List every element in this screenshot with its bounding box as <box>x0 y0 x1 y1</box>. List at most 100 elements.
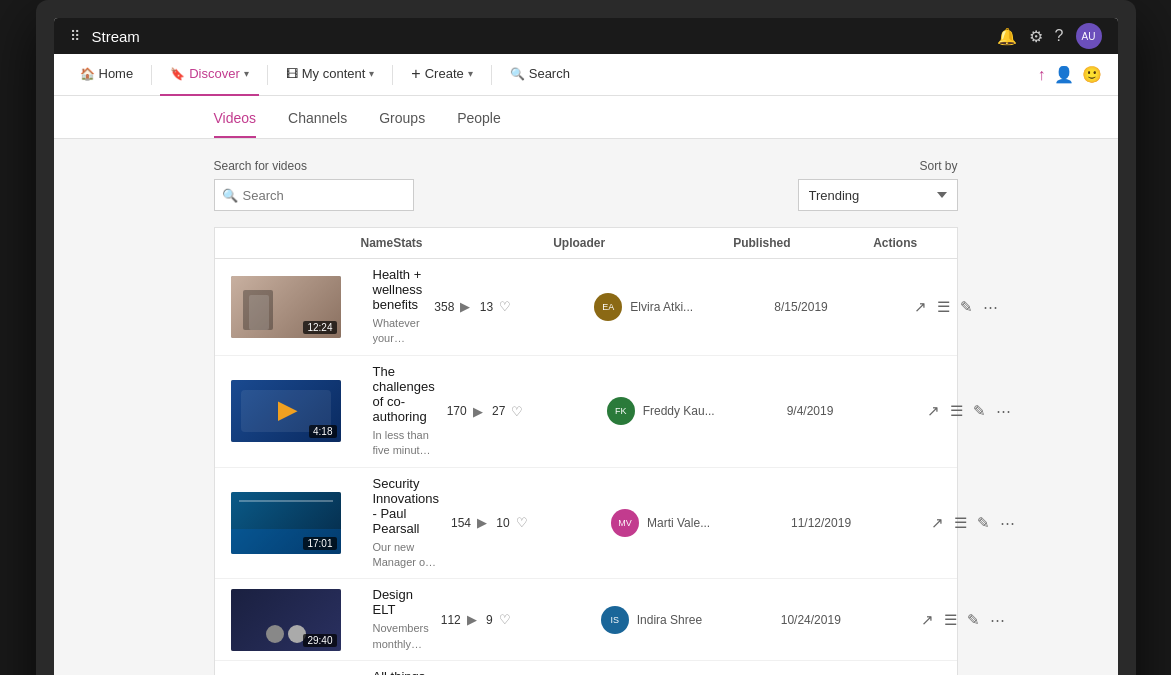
sort-icon[interactable]: ↑ <box>1038 66 1046 84</box>
tab-bar: Videos Channels Groups People <box>54 96 1118 139</box>
edit-icon[interactable]: ✎ <box>967 611 980 629</box>
video-stats: 112 ▶ 9 ♡ <box>441 612 601 627</box>
more-icon[interactable]: ⋯ <box>1000 514 1015 532</box>
table-row[interactable]: 17:01 Security Innovations - Paul Pearsa… <box>215 468 957 580</box>
video-duration: 29:40 <box>303 634 336 647</box>
search-nav-icon: 🔍 <box>510 67 525 81</box>
video-duration: 17:01 <box>303 537 336 550</box>
uploader-name: Elvira Atki... <box>630 300 693 314</box>
uploader-cell: IS Indira Shree <box>601 606 781 634</box>
video-info: Design ELT Novembers monthly meeting <box>361 587 441 652</box>
more-icon[interactable]: ⋯ <box>983 298 998 316</box>
table-row[interactable]: 4:18 The challenges of co-authoring In l… <box>215 356 957 468</box>
table-row[interactable]: 29:40 Design ELT Novembers monthly meeti… <box>215 579 957 661</box>
emoji-icon[interactable]: 🙂 <box>1082 65 1102 84</box>
table-row[interactable]: 12:24 Health + wellness benefits Whateve… <box>215 259 957 356</box>
share-icon[interactable]: ↗ <box>921 611 934 629</box>
actions-cell: ↗ ☰ ✎ ⋯ <box>931 514 1051 532</box>
details-icon[interactable]: ☰ <box>954 514 967 532</box>
tab-channels[interactable]: Channels <box>288 96 347 138</box>
video-title[interactable]: Security Innovations - Paul Pearsall <box>373 476 440 536</box>
video-description: Our new Manager of New Product Operation… <box>373 540 440 571</box>
search-input-wrap: 🔍 <box>214 179 414 211</box>
edit-icon[interactable]: ✎ <box>960 298 973 316</box>
heart-icon: ♡ <box>511 404 523 419</box>
edit-icon[interactable]: ✎ <box>973 402 986 420</box>
notification-icon[interactable]: 🔔 <box>997 27 1017 46</box>
nav-discover[interactable]: 🔖 Discover ▾ <box>160 54 259 96</box>
table-header: Name Stats Uploader Published Actions <box>215 228 957 259</box>
details-icon[interactable]: ☰ <box>937 298 950 316</box>
search-input[interactable] <box>214 179 414 211</box>
uploader-avatar: MV <box>611 509 639 537</box>
table-row[interactable]: 44:37 All things considered - Damien Mun… <box>215 661 957 675</box>
more-icon[interactable]: ⋯ <box>996 402 1011 420</box>
nav-separator <box>151 65 152 85</box>
settings-icon[interactable]: ⚙ <box>1029 27 1043 46</box>
video-title[interactable]: Health + wellness benefits <box>373 267 423 312</box>
user-avatar[interactable]: AU <box>1076 23 1102 49</box>
edit-icon[interactable]: ✎ <box>977 514 990 532</box>
person-icon[interactable]: 👤 <box>1054 65 1074 84</box>
video-info: Health + wellness benefits Whatever your… <box>361 267 435 347</box>
video-thumbnail[interactable]: 17:01 <box>231 492 361 554</box>
video-duration: 12:24 <box>303 321 336 334</box>
discover-icon: 🔖 <box>170 67 185 81</box>
uploader-cell: FK Freddy Kau... <box>607 397 787 425</box>
home-icon: 🏠 <box>80 67 95 81</box>
play-icon: ▶ <box>467 612 477 627</box>
uploader-name: Marti Vale... <box>647 516 710 530</box>
share-icon[interactable]: ↗ <box>927 402 940 420</box>
nav-separator-2 <box>267 65 268 85</box>
uploader-name: Freddy Kau... <box>643 404 715 418</box>
published-date: 8/15/2019 <box>774 300 914 314</box>
video-title[interactable]: All things considered - Damien Mundy <box>373 669 437 675</box>
sort-section: Sort by Trending Most views Most likes N… <box>798 159 958 211</box>
video-stats: 170 ▶ 27 ♡ <box>447 404 607 419</box>
app-title: Stream <box>92 28 985 45</box>
view-count: 170 <box>447 404 467 418</box>
tab-videos[interactable]: Videos <box>214 96 257 138</box>
tab-groups[interactable]: Groups <box>379 96 425 138</box>
more-icon[interactable]: ⋯ <box>990 611 1005 629</box>
video-stats: 154 ▶ 10 ♡ <box>451 515 611 530</box>
share-icon[interactable]: ↗ <box>931 514 944 532</box>
details-icon[interactable]: ☰ <box>944 611 957 629</box>
share-icon[interactable]: ↗ <box>914 298 927 316</box>
video-description: In less than five minutes, we'll demo ho… <box>373 428 435 459</box>
details-icon[interactable]: ☰ <box>950 402 963 420</box>
help-icon[interactable]: ? <box>1055 27 1064 45</box>
discover-chevron-icon: ▾ <box>244 68 249 79</box>
video-title[interactable]: The challenges of co-authoring <box>373 364 435 424</box>
video-info: Security Innovations - Paul Pearsall Our… <box>361 476 452 571</box>
play-icon: ▶ <box>460 299 470 314</box>
video-thumbnail[interactable]: 4:18 <box>231 380 361 442</box>
video-description: Whatever your current fitness level and … <box>373 316 423 347</box>
video-title[interactable]: Design ELT <box>373 587 429 617</box>
uploader-cell: EA Elvira Atki... <box>594 293 774 321</box>
nav-separator-4 <box>491 65 492 85</box>
col-name: Name <box>361 236 394 250</box>
nav-home[interactable]: 🏠 Home <box>70 54 144 96</box>
uploader-cell: MV Marti Vale... <box>611 509 791 537</box>
tab-people[interactable]: People <box>457 96 501 138</box>
col-stats: Stats <box>393 236 553 250</box>
sort-select[interactable]: Trending Most views Most likes Newest Ol… <box>798 179 958 211</box>
heart-icon: ♡ <box>499 299 511 314</box>
heart-icon: ♡ <box>516 515 528 530</box>
nav-create[interactable]: + Create ▾ <box>401 54 482 96</box>
nav-my-content-label: My content <box>302 66 366 81</box>
view-count: 112 <box>441 613 461 627</box>
sort-label: Sort by <box>919 159 957 173</box>
nav-search[interactable]: 🔍 Search <box>500 54 580 96</box>
uploader-avatar: EA <box>594 293 622 321</box>
like-count: 9 <box>483 613 493 627</box>
published-date: 9/4/2019 <box>787 404 927 418</box>
col-thumb <box>231 236 361 250</box>
video-thumbnail[interactable]: 12:24 <box>231 276 361 338</box>
app-grid-icon[interactable]: ⠿ <box>70 28 80 44</box>
video-thumbnail[interactable]: 29:40 <box>231 589 361 651</box>
nav-my-content[interactable]: 🎞 My content ▾ <box>276 54 385 96</box>
video-duration: 4:18 <box>309 425 336 438</box>
search-section: Search for videos 🔍 <box>214 159 414 211</box>
